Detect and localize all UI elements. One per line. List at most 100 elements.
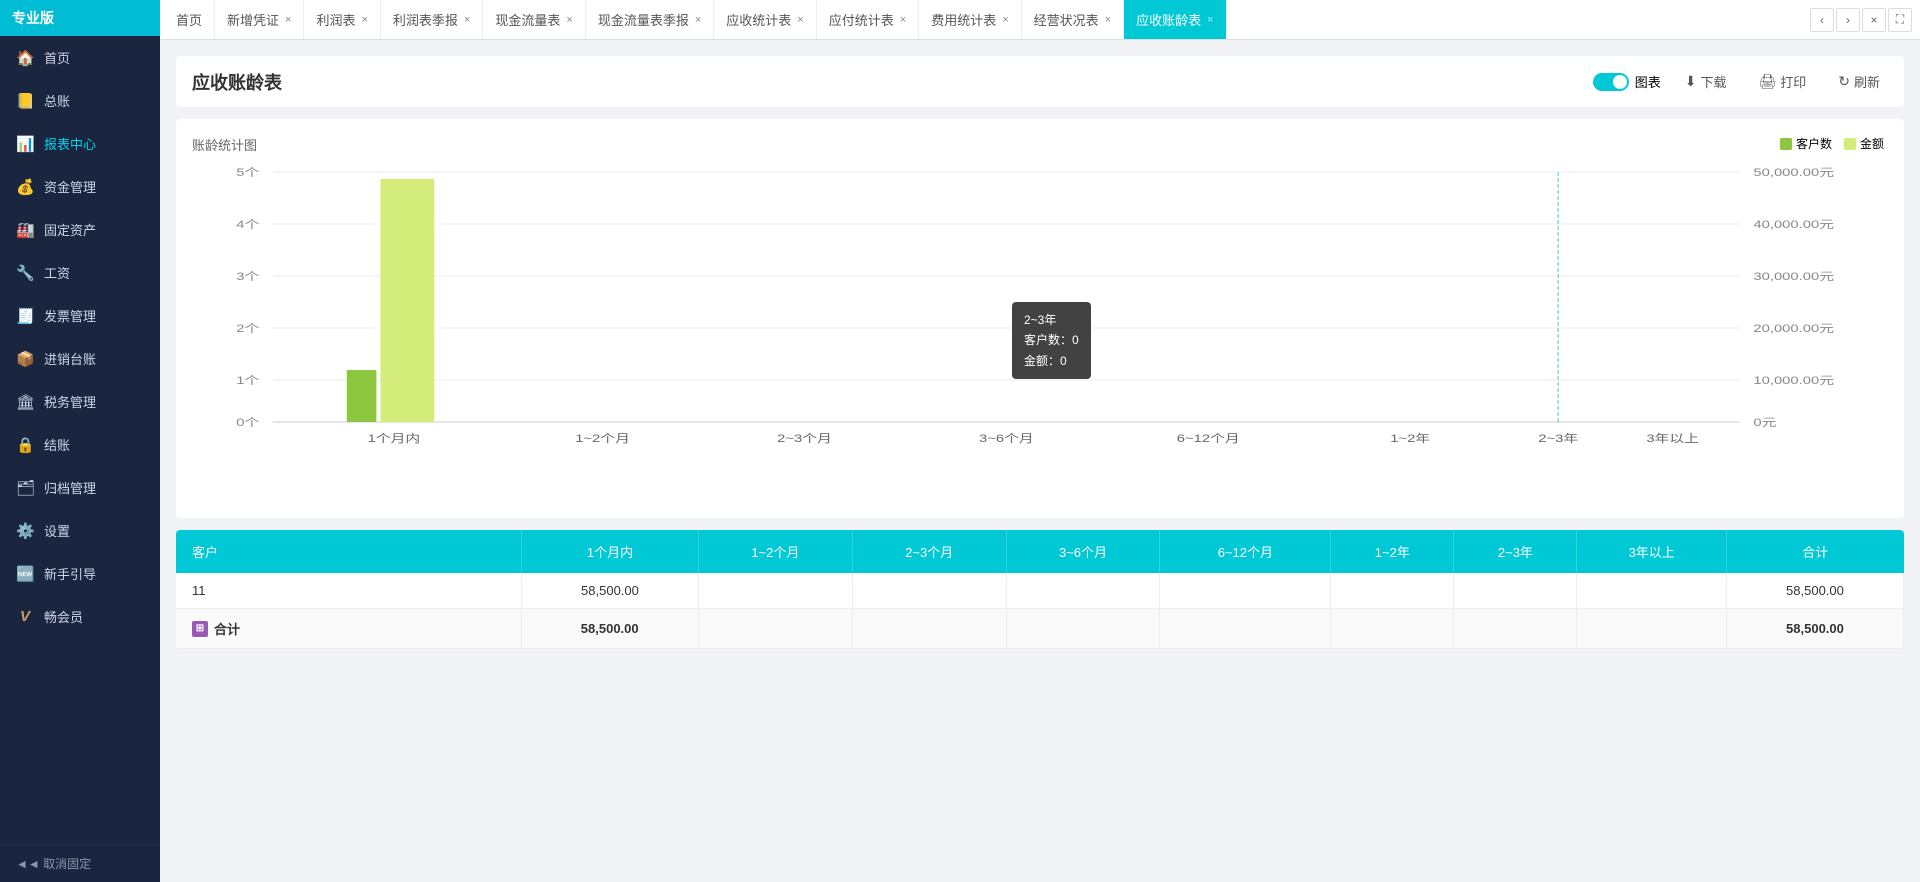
tab-label: 应收账龄表 <box>1136 10 1201 29</box>
tab-label: 经营状况表 <box>1034 10 1099 29</box>
tab-profit-q[interactable]: 利润表季报 × <box>381 0 483 39</box>
refresh-button[interactable]: ↻ 刷新 <box>1830 68 1888 95</box>
tab-cashflow-q[interactable]: 现金流量表季报 × <box>586 0 714 39</box>
sidebar: 专业版 🏠 首页 📒 总账 📊 报表中心 💰 资金管理 🏭 固定资产 🔧 工资 … <box>0 0 160 882</box>
svg-text:40,000.00元: 40,000.00元 <box>1753 218 1834 231</box>
table-row: 11 58,500.00 58,500.00 <box>176 573 1904 609</box>
invoice-icon: 🧾 <box>16 307 34 325</box>
page-header: 应收账龄表 图表 ⬇ 下载 🖨 打印 ↻ 刷新 <box>176 56 1904 107</box>
sidebar-item-tax[interactable]: 🏛 税务管理 <box>0 380 160 423</box>
sidebar-item-stock[interactable]: 📦 进销台账 <box>0 337 160 380</box>
cell-total-m3 <box>852 609 1006 649</box>
tab-ar-stats[interactable]: 应收统计表 × <box>714 0 816 39</box>
svg-text:0个: 0个 <box>236 416 259 429</box>
tab-label: 新增凭证 <box>227 10 279 29</box>
sidebar-item-ledger[interactable]: 📒 总账 <box>0 79 160 122</box>
tax-icon: 🏛 <box>16 393 34 411</box>
download-button[interactable]: ⬇ 下载 <box>1677 68 1735 95</box>
col-y3: 2~3年 <box>1454 530 1577 573</box>
content-area: 应收账龄表 图表 ⬇ 下载 🖨 打印 ↻ 刷新 <box>160 40 1920 882</box>
funds-icon: 💰 <box>16 178 34 196</box>
tab-cashflow[interactable]: 现金流量表 × <box>483 0 585 39</box>
cell-total-total: 58,500.00 <box>1726 609 1903 649</box>
chart-legend: 客户数 金额 <box>1780 135 1884 152</box>
cell-total-y3plus <box>1577 609 1727 649</box>
refresh-label: 刷新 <box>1854 72 1880 91</box>
close-icon[interactable]: × <box>797 14 803 26</box>
chart-toggle-wrap: 图表 <box>1593 72 1661 91</box>
svg-text:4个: 4个 <box>236 218 259 231</box>
total-icon: ⊞ <box>192 621 208 637</box>
aging-table: 客户 1个月内 1~2个月 2~3个月 3~6个月 6~12个月 1~2年 2~… <box>176 530 1904 649</box>
sidebar-item-reports[interactable]: 📊 报表中心 <box>0 122 160 165</box>
close-icon[interactable]: × <box>285 14 291 26</box>
close-icon[interactable]: × <box>900 14 906 26</box>
tab-ap-stats[interactable]: 应付统计表 × <box>817 0 919 39</box>
tab-ar-aging[interactable]: 应收账龄表 × <box>1124 0 1226 39</box>
guide-icon: 🆕 <box>16 565 34 583</box>
col-m1: 1个月内 <box>522 530 699 573</box>
close-icon[interactable]: × <box>1207 14 1213 26</box>
tab-operation[interactable]: 经营状况表 × <box>1022 0 1124 39</box>
col-y2: 1~2年 <box>1331 530 1454 573</box>
sidebar-item-label: 报表中心 <box>44 134 96 153</box>
svg-text:6~12个月: 6~12个月 <box>1177 432 1240 445</box>
sidebar-item-salary[interactable]: 🔧 工资 <box>0 251 160 294</box>
cell-m1: 58,500.00 <box>522 573 699 609</box>
sidebar-item-label: 畅会员 <box>44 607 83 626</box>
sidebar-item-invoice[interactable]: 🧾 发票管理 <box>0 294 160 337</box>
svg-text:1个: 1个 <box>236 374 259 387</box>
tab-label: 费用统计表 <box>931 10 996 29</box>
close-icon[interactable]: × <box>1105 14 1111 26</box>
sidebar-item-archive[interactable]: 🗂 归档管理 <box>0 466 160 509</box>
cell-customer: 11 <box>176 573 522 609</box>
collapse-sidebar-button[interactable]: ◄◄ 取消固定 <box>0 844 160 882</box>
sidebar-item-label: 发票管理 <box>44 306 96 325</box>
cell-total-m6 <box>1006 609 1160 649</box>
tab-prev-button[interactable]: ‹ <box>1810 8 1834 32</box>
close-icon[interactable]: × <box>361 14 367 26</box>
legend-amount: 金额 <box>1844 135 1884 152</box>
sidebar-item-vip[interactable]: V 畅会员 <box>0 595 160 638</box>
tab-close-all-button[interactable]: × <box>1862 8 1886 32</box>
sidebar-item-funds[interactable]: 💰 资金管理 <box>0 165 160 208</box>
stock-icon: 📦 <box>16 350 34 368</box>
close-icon[interactable]: × <box>464 14 470 26</box>
cell-m2 <box>698 573 852 609</box>
sidebar-item-label: 税务管理 <box>44 392 96 411</box>
ledger-icon: 📒 <box>16 92 34 110</box>
sidebar-item-home[interactable]: 🏠 首页 <box>0 36 160 79</box>
sidebar-item-settings[interactable]: ⚙️ 设置 <box>0 509 160 552</box>
close-icon[interactable]: × <box>566 14 572 26</box>
cell-m6 <box>1006 573 1160 609</box>
tab-maximize-button[interactable]: ⛶ <box>1888 8 1912 32</box>
svg-text:50,000.00元: 50,000.00元 <box>1753 166 1834 179</box>
chart-toggle-label: 图表 <box>1635 72 1661 91</box>
sidebar-item-label: 新手引导 <box>44 564 96 583</box>
svg-text:1~2年: 1~2年 <box>1390 432 1430 445</box>
legend-customer-count: 客户数 <box>1780 135 1832 152</box>
tab-navigation: ‹ › × ⛶ <box>1810 8 1916 32</box>
sidebar-item-label: 进销台账 <box>44 349 96 368</box>
tab-voucher[interactable]: 新增凭证 × <box>215 0 304 39</box>
chart-toggle[interactable] <box>1593 73 1629 91</box>
sidebar-item-label: 资金管理 <box>44 177 96 196</box>
main-area: 首页 新增凭证 × 利润表 × 利润表季报 × 现金流量表 × 现金流量表季报 … <box>160 0 1920 882</box>
tab-label: 应收统计表 <box>726 10 791 29</box>
tab-profit[interactable]: 利润表 × <box>304 0 380 39</box>
cell-m3 <box>852 573 1006 609</box>
tab-next-button[interactable]: › <box>1836 8 1860 32</box>
svg-text:2~3个月: 2~3个月 <box>777 432 832 445</box>
col-m6: 3~6个月 <box>1006 530 1160 573</box>
sidebar-item-label: 首页 <box>44 48 70 67</box>
sidebar-item-close[interactable]: 🔒 结账 <box>0 423 160 466</box>
sidebar-item-assets[interactable]: 🏭 固定资产 <box>0 208 160 251</box>
refresh-icon: ↻ <box>1838 73 1850 90</box>
tab-expense[interactable]: 费用统计表 × <box>919 0 1021 39</box>
download-icon: ⬇ <box>1685 73 1697 90</box>
print-button[interactable]: 🖨 打印 <box>1750 68 1814 95</box>
close-icon[interactable]: × <box>1002 14 1008 26</box>
close-icon[interactable]: × <box>695 14 701 26</box>
sidebar-item-guide[interactable]: 🆕 新手引导 <box>0 552 160 595</box>
tab-home[interactable]: 首页 <box>164 0 215 39</box>
